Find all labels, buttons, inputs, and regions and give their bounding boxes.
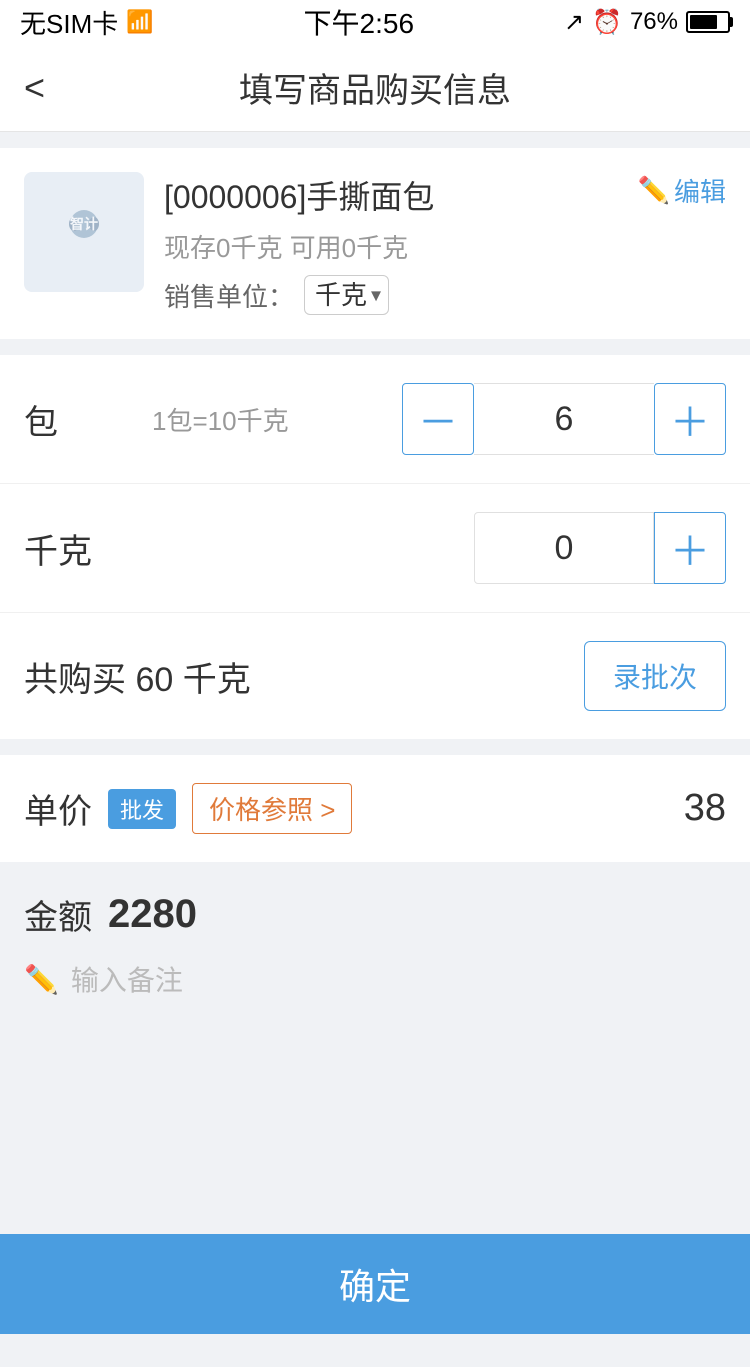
product-info: [0000006]手撕面包 ✏️ 编辑 现存0千克 可用0千克 销售单位： 千克… [164, 172, 726, 315]
amount-section: 金额 2280 ✏️ 输入备注 [0, 862, 750, 1027]
carrier-text: 无SIM卡 [20, 4, 118, 41]
product-logo-icon: 智计 [54, 202, 114, 262]
price-row: 单价 批发 价格参照 > 38 [24, 783, 726, 834]
location-icon: ↗ [564, 8, 584, 37]
record-batch-button[interactable]: 录批次 [584, 641, 726, 711]
price-tag-badge: 批发 [108, 789, 176, 829]
kg-label: 千克 [24, 524, 144, 573]
battery-bar [686, 11, 730, 33]
edit-button[interactable]: ✏️ 编辑 [638, 172, 726, 209]
price-section: 单价 批发 价格参照 > 38 [0, 755, 750, 862]
kg-plus-button[interactable]: ＋ [654, 512, 726, 584]
pencil-icon: ✏️ [24, 963, 59, 996]
pack-minus-button[interactable]: － [402, 383, 474, 455]
pack-hint: 1包=10千克 [152, 401, 402, 438]
product-name: [0000006]手撕面包 [164, 172, 434, 218]
amount-label: 金额 [24, 890, 92, 939]
kg-qty-input[interactable] [474, 512, 654, 584]
product-unit-row: 销售单位： 千克 包 [164, 275, 726, 315]
unit-select[interactable]: 千克 包 [304, 275, 389, 315]
note-row[interactable]: ✏️ 输入备注 [24, 959, 726, 999]
total-row: 共购买 60 千克 录批次 [0, 613, 750, 739]
alarm-icon: ⏰ [592, 8, 622, 37]
pack-qty-input[interactable] [474, 383, 654, 455]
price-label: 单价 [24, 784, 92, 833]
edit-label: 编辑 [674, 172, 726, 209]
amount-value: 2280 [108, 892, 197, 937]
pack-qty-controls: － ＋ [402, 383, 726, 455]
battery-fill [690, 15, 717, 29]
pack-plus-button[interactable]: ＋ [654, 383, 726, 455]
kg-qty-row: 千克 ＋ [0, 484, 750, 613]
page-title: 填写商品购买信息 [239, 63, 511, 112]
status-left: 无SIM卡 📶 [20, 4, 154, 41]
status-bar: 无SIM卡 📶 下午2:56 ↗ ⏰ 76% [0, 0, 750, 44]
back-button[interactable]: < [24, 67, 45, 109]
total-prefix: 共购买 [24, 661, 126, 699]
wifi-icon: 📶 [126, 9, 153, 35]
pack-qty-row: 包 1包=10千克 － ＋ [0, 355, 750, 484]
edit-icon: ✏️ [638, 175, 670, 206]
price-value: 38 [684, 787, 726, 830]
total-text: 共购买 60 千克 [24, 652, 251, 701]
pack-label: 包 [24, 395, 144, 444]
svg-text:智计: 智计 [69, 216, 98, 232]
unit-select-wrapper[interactable]: 千克 包 [304, 275, 389, 315]
kg-qty-controls: ＋ [474, 512, 726, 584]
price-ref-button[interactable]: 价格参照 > [192, 783, 352, 834]
status-right: ↗ ⏰ 76% [564, 8, 730, 37]
product-image: 智计 [24, 172, 144, 292]
note-placeholder[interactable]: 输入备注 [71, 959, 183, 999]
confirm-button[interactable]: 确定 [0, 1234, 750, 1334]
amount-row: 金额 2280 [24, 890, 726, 939]
product-stock: 现存0千克 可用0千克 [164, 228, 726, 265]
quantity-section: 包 1包=10千克 － ＋ 千克 ＋ 共购买 60 千克 录批次 [0, 355, 750, 739]
total-amount: 60 [135, 661, 173, 699]
status-time: 下午2:56 [304, 2, 415, 42]
battery-percent: 76% [630, 8, 678, 36]
product-header: [0000006]手撕面包 ✏️ 编辑 [164, 172, 726, 228]
nav-bar: < 填写商品购买信息 [0, 44, 750, 132]
product-card: 智计 [0000006]手撕面包 ✏️ 编辑 现存0千克 可用0千克 销售单位：… [0, 148, 750, 339]
total-unit: 千克 [183, 661, 251, 699]
unit-label: 销售单位： [164, 277, 294, 314]
